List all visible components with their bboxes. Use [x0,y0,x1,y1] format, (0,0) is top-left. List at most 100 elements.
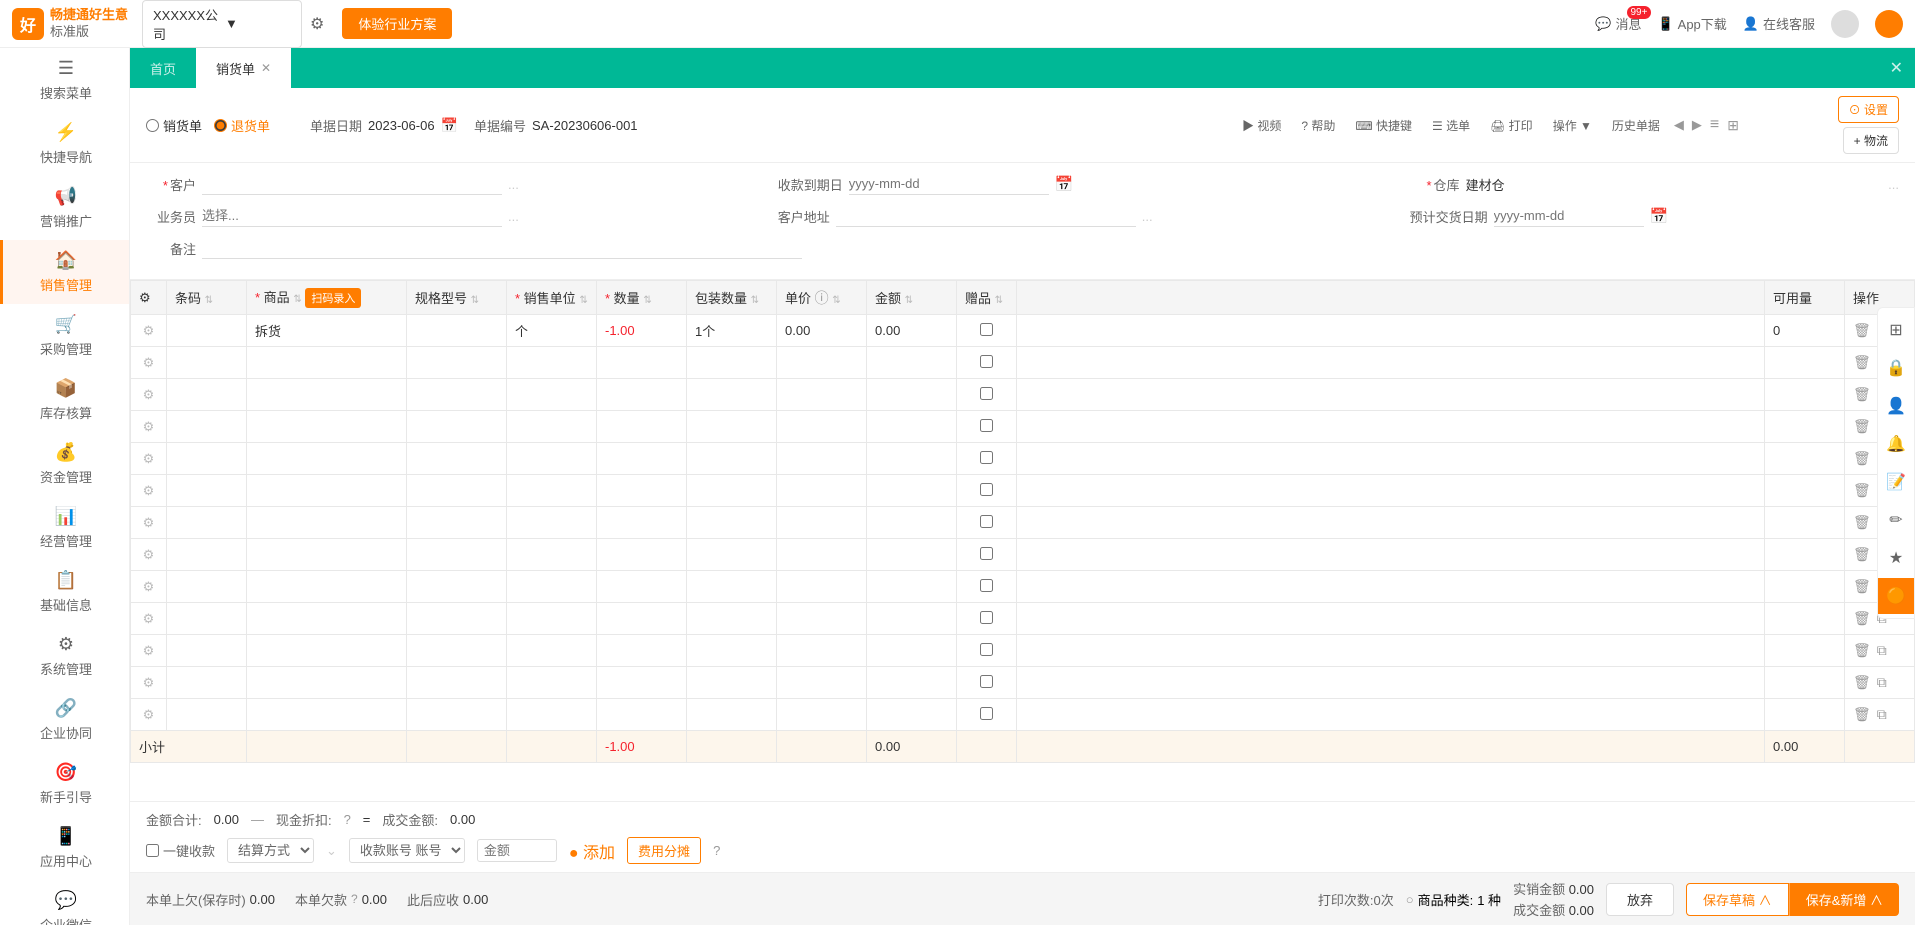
row-gear[interactable]: ⚙ [131,635,167,667]
row-unit[interactable] [507,699,597,731]
row-unit[interactable] [507,443,597,475]
row-barcode[interactable] [167,699,247,731]
row-gear[interactable]: ⚙ [131,699,167,731]
row-barcode[interactable] [167,571,247,603]
sidebar-item-guide[interactable]: 🎯 新手引导 [0,752,129,816]
row-gift[interactable] [957,315,1017,347]
one-click-payment-checkbox[interactable]: 一键收款 [146,841,215,860]
row-unit-price[interactable] [777,699,867,731]
row-delete-icon[interactable]: 🗑 [1853,354,1871,371]
video-action[interactable]: ▶ 视频 [1236,115,1287,136]
save-draft-button[interactable]: 保存草稿 ∧ [1686,883,1789,916]
row-amount[interactable] [867,699,957,731]
warehouse-dots[interactable]: ... [1888,177,1899,192]
row-gear[interactable]: ⚙ [131,315,167,347]
tab-home[interactable]: 首页 [130,48,196,88]
row-quantity[interactable]: -1.00 [597,315,687,347]
sidebar-item-sales[interactable]: 🏠 销售管理 [0,240,129,304]
add-payment-icon[interactable]: ● 添加 [569,839,615,863]
row-amount[interactable]: 0.00 [867,315,957,347]
help-action[interactable]: ? 帮助 [1295,115,1341,136]
sidebar-item-wechat[interactable]: 💬 企业微信 [0,880,129,925]
settlement-method-select[interactable]: 结算方式 [227,838,314,863]
row-gear[interactable]: ⚙ [131,379,167,411]
row-package-qty[interactable] [687,571,777,603]
row-delete-icon[interactable]: 🗑 [1853,482,1871,499]
row-unit[interactable] [507,347,597,379]
settings-icon[interactable]: ⚙ [310,14,324,34]
row-quantity[interactable] [597,475,687,507]
view-grid-icon[interactable]: ⊞ [1727,117,1739,134]
row-gift[interactable] [957,475,1017,507]
row-unit-price[interactable] [777,603,867,635]
row-barcode[interactable] [167,667,247,699]
row-amount[interactable] [867,603,957,635]
row-unit[interactable] [507,571,597,603]
row-gift[interactable] [957,635,1017,667]
float-grid-icon[interactable]: ⊞ [1878,312,1914,348]
logistics-button[interactable]: + 物流 [1843,127,1899,154]
row-amount[interactable] [867,379,957,411]
row-gift[interactable] [957,347,1017,379]
row-product[interactable] [247,443,407,475]
row-gift[interactable] [957,443,1017,475]
row-barcode[interactable] [167,379,247,411]
row-gift[interactable] [957,539,1017,571]
row-gift[interactable] [957,379,1017,411]
row-barcode[interactable] [167,507,247,539]
sidebar-item-app-center[interactable]: 📱 应用中心 [0,816,129,880]
row-product[interactable] [247,667,407,699]
row-spec[interactable] [407,507,507,539]
trial-button[interactable]: 体验行业方案 [342,8,452,39]
row-delete-icon[interactable]: 🗑 [1853,674,1871,691]
row-spec[interactable] [407,443,507,475]
row-quantity[interactable] [597,571,687,603]
delivery-date-input[interactable] [1494,205,1644,227]
row-package-qty[interactable] [687,507,777,539]
select-order-action[interactable]: ☰ 选单 [1426,115,1476,136]
row-barcode[interactable] [167,443,247,475]
row-product[interactable] [247,603,407,635]
row-amount[interactable] [867,443,957,475]
receivable-date-input[interactable] [849,173,1049,195]
row-package-qty[interactable] [687,475,777,507]
row-product[interactable] [247,571,407,603]
row-product[interactable] [247,379,407,411]
row-delete-icon[interactable]: 🗑 [1853,322,1871,339]
row-spec[interactable] [407,603,507,635]
sidebar-item-enterprise[interactable]: 🔗 企业协同 [0,688,129,752]
row-unit-price[interactable] [777,475,867,507]
row-unit-price[interactable] [777,443,867,475]
row-unit-price[interactable] [777,347,867,379]
row-delete-icon[interactable]: 🗑 [1853,514,1871,531]
account-select[interactable]: 收款账号 账号 [349,838,465,863]
row-spec[interactable] [407,539,507,571]
message-button[interactable]: 💬 消息 99+ [1595,14,1641,33]
sidebar-item-finance[interactable]: 💰 资金管理 [0,432,129,496]
row-gear[interactable]: ⚙ [131,539,167,571]
row-package-qty[interactable] [687,539,777,571]
delivery-calendar-icon[interactable]: 📅 [1650,207,1669,225]
remarks-input[interactable] [202,237,802,259]
row-package-qty[interactable] [687,667,777,699]
float-note-icon[interactable]: 📝 [1878,464,1914,500]
scan-barcode-button[interactable]: 扫码录入 [305,288,361,308]
row-barcode[interactable] [167,315,247,347]
row-unit[interactable]: 个 [507,315,597,347]
close-all-tabs-icon[interactable]: ✕ [1890,58,1903,78]
company-selector[interactable]: XXXXXX公司 ▼ [142,0,302,48]
row-unit-price[interactable] [777,411,867,443]
row-quantity[interactable] [597,379,687,411]
float-user-icon[interactable]: 👤 [1878,388,1914,424]
row-quantity[interactable] [597,411,687,443]
history-orders-action[interactable]: 历史单据 [1606,115,1666,136]
sidebar-item-marketing[interactable]: 📢 营销推广 [0,176,129,240]
row-amount[interactable] [867,635,957,667]
float-orange-icon[interactable]: 🟠 [1878,578,1914,614]
print-action[interactable]: 🖨 打印 [1484,115,1539,136]
row-gear[interactable]: ⚙ [131,443,167,475]
row-quantity[interactable] [597,699,687,731]
receivable-calendar-icon[interactable]: 📅 [1055,175,1074,193]
row-delete-icon[interactable]: 🗑 [1853,642,1871,659]
row-product[interactable]: 拆货 [247,315,407,347]
